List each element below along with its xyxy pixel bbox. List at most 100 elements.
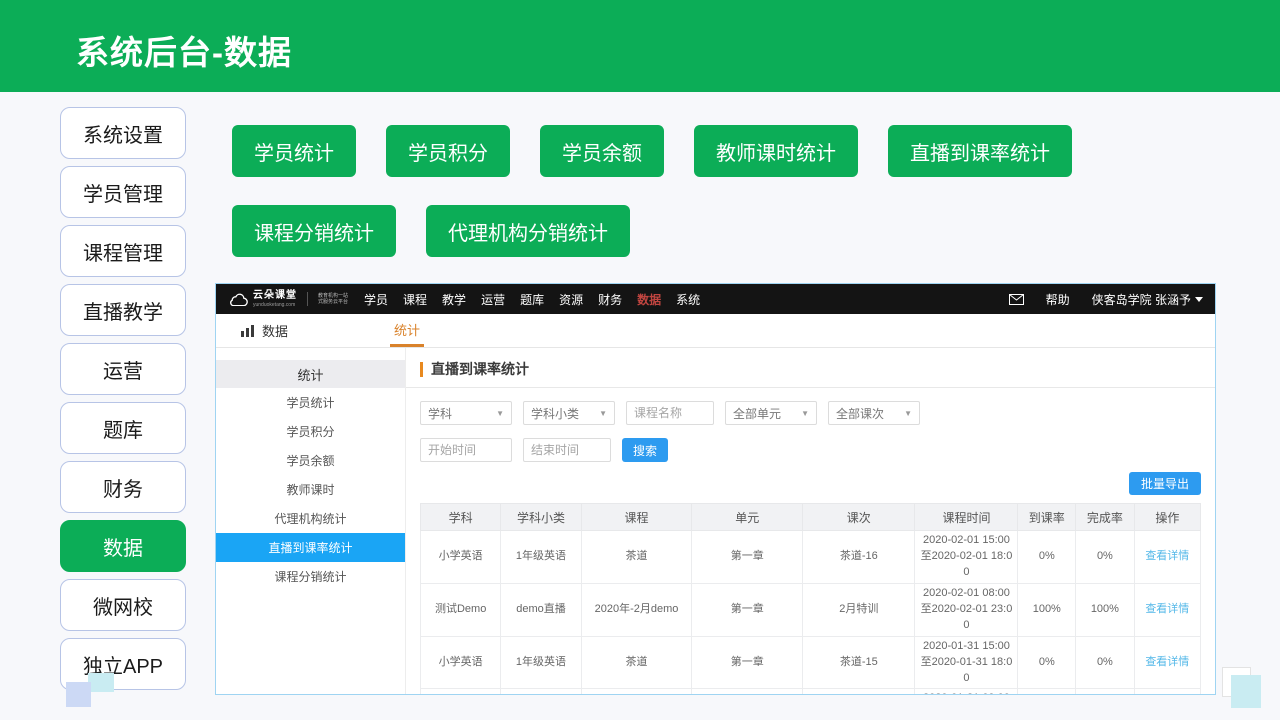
admin-subnav: 数据 统计 [216,314,1215,348]
table-cell: 0% [1018,531,1076,584]
logo-title: 云朵课堂 [253,291,297,301]
decoration-square [88,673,114,692]
sidebar-item-直播教学[interactable]: 直播教学 [60,284,186,336]
sidebar-item-课程管理[interactable]: 课程管理 [60,225,186,277]
quick-button-代理机构分销统计[interactable]: 代理机构分销统计 [426,205,630,257]
table-cell: 2020-02-01 15:00至2020-02-01 18:00 [915,531,1018,584]
chevron-down-icon: ▼ [801,409,809,418]
sidebar-item-财务[interactable]: 财务 [60,461,186,513]
table-cell: 测试Demo [421,583,501,636]
table-cell: 茶道 [581,636,692,689]
table-cell: 1年级英语 [501,531,581,584]
table-cell: 0% [1018,689,1076,695]
table-cell: demo直播 [501,583,581,636]
quick-button-学员余额[interactable]: 学员余额 [540,125,664,177]
table-cell: 0% [1076,531,1135,584]
side-menu-item-学员余额[interactable]: 学员余额 [216,446,405,475]
tab-statistics[interactable]: 统计 [390,314,424,347]
nav-item-财务[interactable]: 财务 [598,291,622,308]
side-menu-item-教师课时[interactable]: 教师课时 [216,475,405,504]
sidebar-item-题库[interactable]: 题库 [60,402,186,454]
end-time-input[interactable] [523,438,611,462]
table-cell: 寒假辅导 [581,689,692,695]
attendance-table: 学科学科小类课程单元课次课程时间到课率完成率操作 小学英语1年级英语茶道第一章茶… [420,503,1201,695]
sidebar-item-数据[interactable]: 数据 [60,520,186,572]
message-icon[interactable] [1009,294,1024,305]
quick-button-学员统计[interactable]: 学员统计 [232,125,356,177]
nav-item-运营[interactable]: 运营 [481,291,505,308]
decoration-square [1231,675,1261,708]
view-details-link[interactable]: 查看详情 [1145,550,1189,562]
view-details-link[interactable]: 查看详情 [1145,656,1189,668]
start-time-input[interactable] [420,438,512,462]
subject-select[interactable]: 学科▼ [420,401,512,425]
table-cell: 100% [1018,583,1076,636]
quick-buttons-row-2: 课程分销统计代理机构分销统计 [232,205,630,257]
logo-text: 云朵课堂 yunduoketang.com [253,291,297,308]
section-title: 直播到课率统计 [420,362,1201,377]
unit-select[interactable]: 全部单元▼ [725,401,817,425]
admin-nav-right: 帮助 侠客岛学院 张涵予 [1009,291,1203,308]
sidebar-item-系统设置[interactable]: 系统设置 [60,107,186,159]
table-cell: 2月特训 [803,583,915,636]
side-menu-header: 统计 [216,360,405,388]
cloud-logo-icon [228,292,248,306]
statistics-content: 直播到课率统计 学科▼ 学科小类▼ 全部单元▼ 全部课次▼ [406,348,1215,694]
batch-export-button[interactable]: 批量导出 [1129,472,1201,495]
table-cell: 2020-01-31 09:00至2020-01-31 18:00 [915,689,1018,695]
admin-nav-menu: 学员课程教学运营题库资源财务数据系统 [364,291,700,308]
divider [406,387,1215,388]
search-button[interactable]: 搜索 [622,438,668,462]
column-header-完成率: 完成率 [1076,504,1135,531]
side-menu-item-代理机构统计[interactable]: 代理机构统计 [216,504,405,533]
table-cell: 2020-01-31 15:00至2020-01-31 18:00 [915,636,1018,689]
table-cell: 小学英语 [421,689,501,695]
table-cell: 2020-02-01 08:00至2020-02-01 23:00 [915,583,1018,636]
nav-item-系统[interactable]: 系统 [676,291,700,308]
table-cell: 茶道-15 [803,636,915,689]
account-menu[interactable]: 侠客岛学院 张涵予 [1092,291,1203,308]
logo-tagline: 教育机构一站 式服务云平台 [318,293,348,306]
table-cell: 0% [1076,689,1135,695]
export-row: 批量导出 [420,472,1201,495]
quick-button-学员积分[interactable]: 学员积分 [386,125,510,177]
sidebar-item-微网校[interactable]: 微网校 [60,579,186,631]
nav-item-学员[interactable]: 学员 [364,291,388,308]
table-cell-action: 查看详情 [1134,689,1200,695]
logo-divider [307,292,308,306]
column-header-课程: 课程 [581,504,692,531]
lesson-select[interactable]: 全部课次▼ [828,401,920,425]
filter-row-2: 搜索 [420,438,1201,462]
sidebar-item-学员管理[interactable]: 学员管理 [60,166,186,218]
column-header-单元: 单元 [692,504,803,531]
nav-item-资源[interactable]: 资源 [559,291,583,308]
side-menu-item-课程分销统计[interactable]: 课程分销统计 [216,562,405,591]
view-details-link[interactable]: 查看详情 [1145,603,1189,615]
table-cell-action: 查看详情 [1134,636,1200,689]
nav-item-数据[interactable]: 数据 [637,291,661,308]
sidebar-item-运营[interactable]: 运营 [60,343,186,395]
side-menu-item-学员积分[interactable]: 学员积分 [216,417,405,446]
chevron-down-icon: ▼ [496,409,504,418]
subject-subcategory-select[interactable]: 学科小类▼ [523,401,615,425]
quick-button-课程分销统计[interactable]: 课程分销统计 [232,205,396,257]
course-name-input[interactable] [626,401,714,425]
page-title: 系统后台-数据 [76,26,292,74]
table-row: 小学英语1年级英语寒假辅导第一章寒假辅导-52020-01-31 09:00至2… [421,689,1201,695]
chevron-down-icon: ▼ [904,409,912,418]
account-name: 侠客岛学院 张涵予 [1092,291,1191,308]
quick-button-直播到课率统计[interactable]: 直播到课率统计 [888,125,1072,177]
nav-item-教学[interactable]: 教学 [442,291,466,308]
table-cell: 2020年-2月demo [581,583,692,636]
table-cell: 0% [1076,636,1135,689]
side-menu-item-学员统计[interactable]: 学员统计 [216,388,405,417]
column-header-操作: 操作 [1134,504,1200,531]
quick-button-教师课时统计[interactable]: 教师课时统计 [694,125,858,177]
help-link[interactable]: 帮助 [1046,291,1070,308]
nav-item-课程[interactable]: 课程 [403,291,427,308]
nav-item-题库[interactable]: 题库 [520,291,544,308]
column-header-课次: 课次 [803,504,915,531]
side-menu-item-直播到课率统计[interactable]: 直播到课率统计 [216,533,405,562]
table-cell-action: 查看详情 [1134,531,1200,584]
table-cell: 小学英语 [421,636,501,689]
